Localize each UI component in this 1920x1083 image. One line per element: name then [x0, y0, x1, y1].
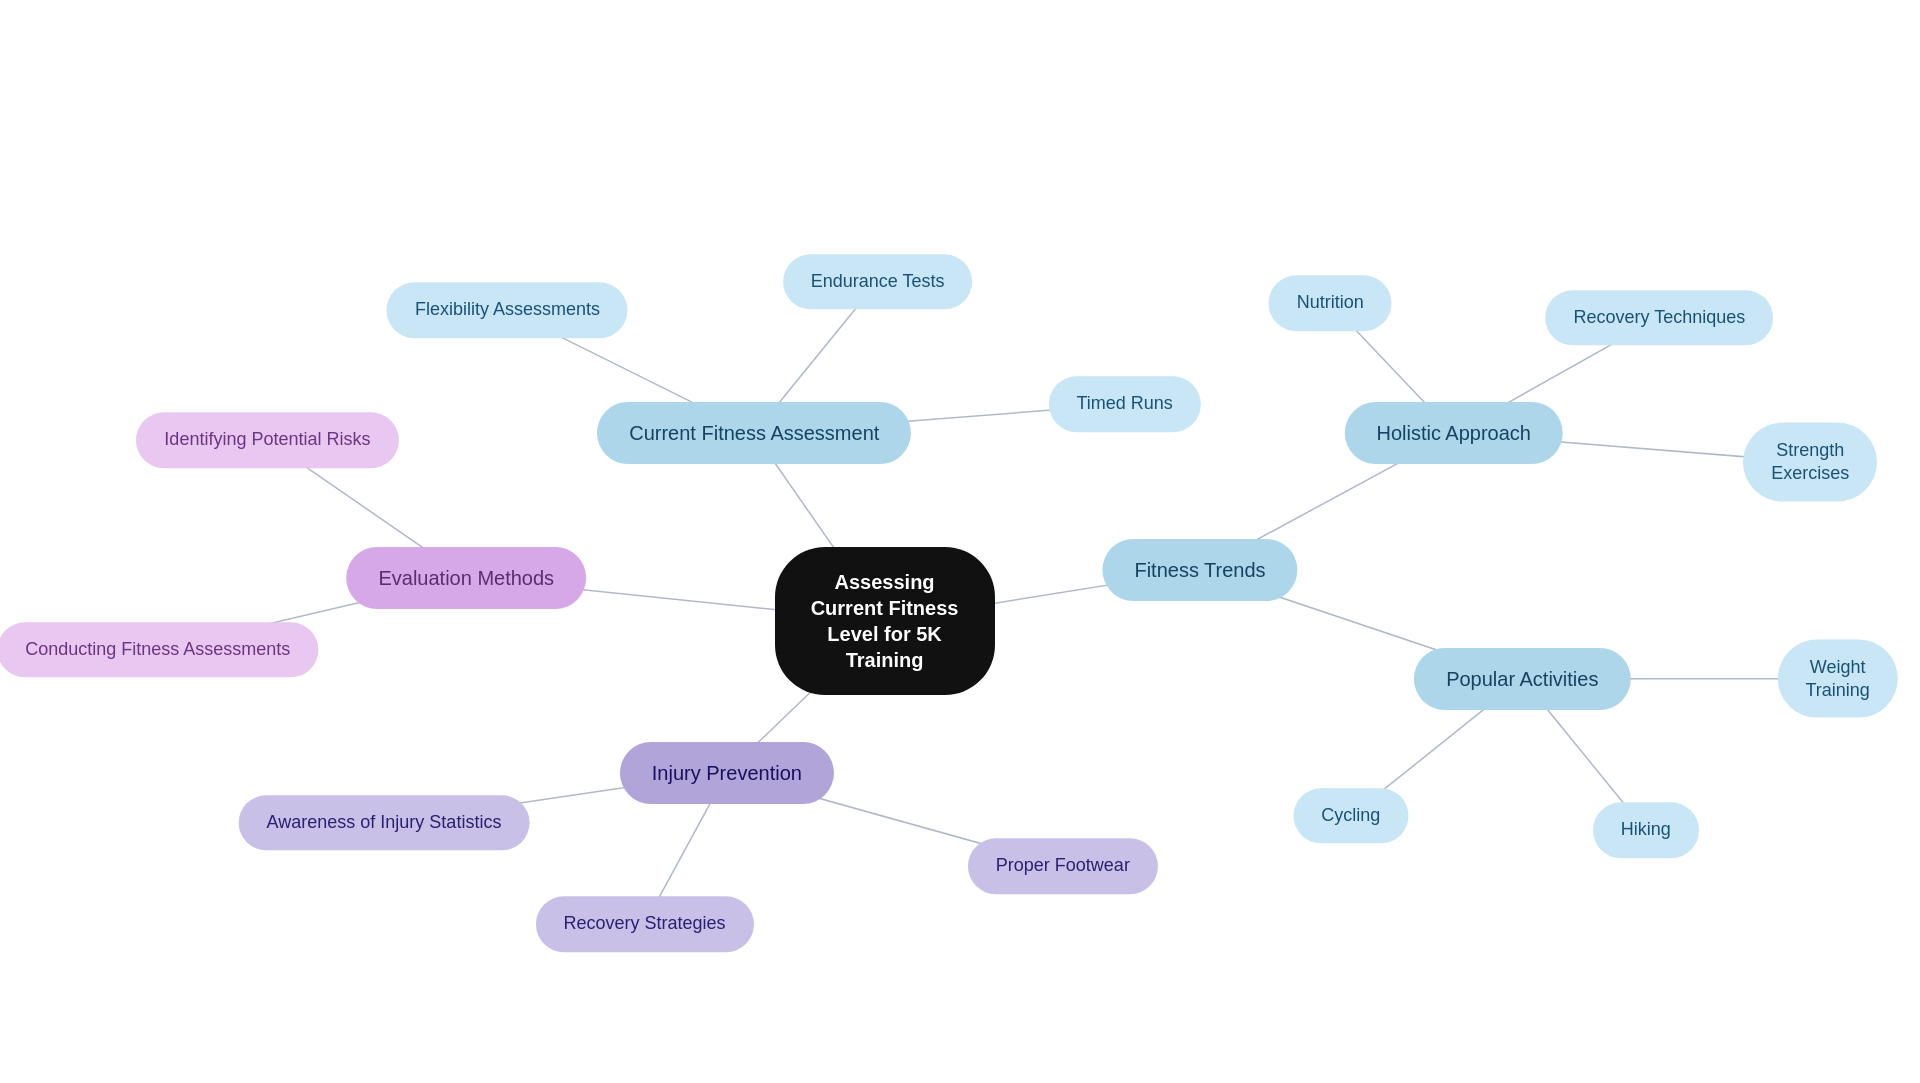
node-nutrition[interactable]: Nutrition: [1269, 276, 1392, 331]
node-popular[interactable]: Popular Activities: [1414, 648, 1630, 710]
node-recovery_tech[interactable]: Recovery Techniques: [1546, 290, 1774, 345]
node-endurance[interactable]: Endurance Tests: [783, 254, 973, 309]
node-center[interactable]: Assessing Current Fitness Level for 5K T…: [775, 547, 995, 695]
node-weight_training[interactable]: Weight Training: [1778, 639, 1898, 718]
node-timed_runs[interactable]: Timed Runs: [1048, 377, 1200, 432]
connections-svg: [0, 0, 1920, 1083]
node-hiking[interactable]: Hiking: [1593, 803, 1699, 858]
node-identifying[interactable]: Identifying Potential Risks: [136, 413, 398, 468]
node-flexibility[interactable]: Flexibility Assessments: [387, 283, 628, 338]
node-fitness_trends[interactable]: Fitness Trends: [1102, 539, 1297, 601]
node-awareness[interactable]: Awareness of Injury Statistics: [239, 795, 530, 850]
node-evaluation[interactable]: Evaluation Methods: [346, 547, 586, 609]
node-holistic[interactable]: Holistic Approach: [1344, 402, 1563, 464]
node-cycling[interactable]: Cycling: [1293, 788, 1408, 843]
node-strength[interactable]: Strength Exercises: [1743, 423, 1877, 502]
node-current_fitness[interactable]: Current Fitness Assessment: [597, 402, 911, 464]
node-proper_footwear[interactable]: Proper Footwear: [968, 839, 1158, 894]
node-recovery_strategies[interactable]: Recovery Strategies: [536, 896, 754, 951]
node-conducting[interactable]: Conducting Fitness Assessments: [0, 622, 318, 677]
node-injury_prevention[interactable]: Injury Prevention: [620, 742, 834, 804]
mind-map: Assessing Current Fitness Level for 5K T…: [0, 0, 1920, 1083]
